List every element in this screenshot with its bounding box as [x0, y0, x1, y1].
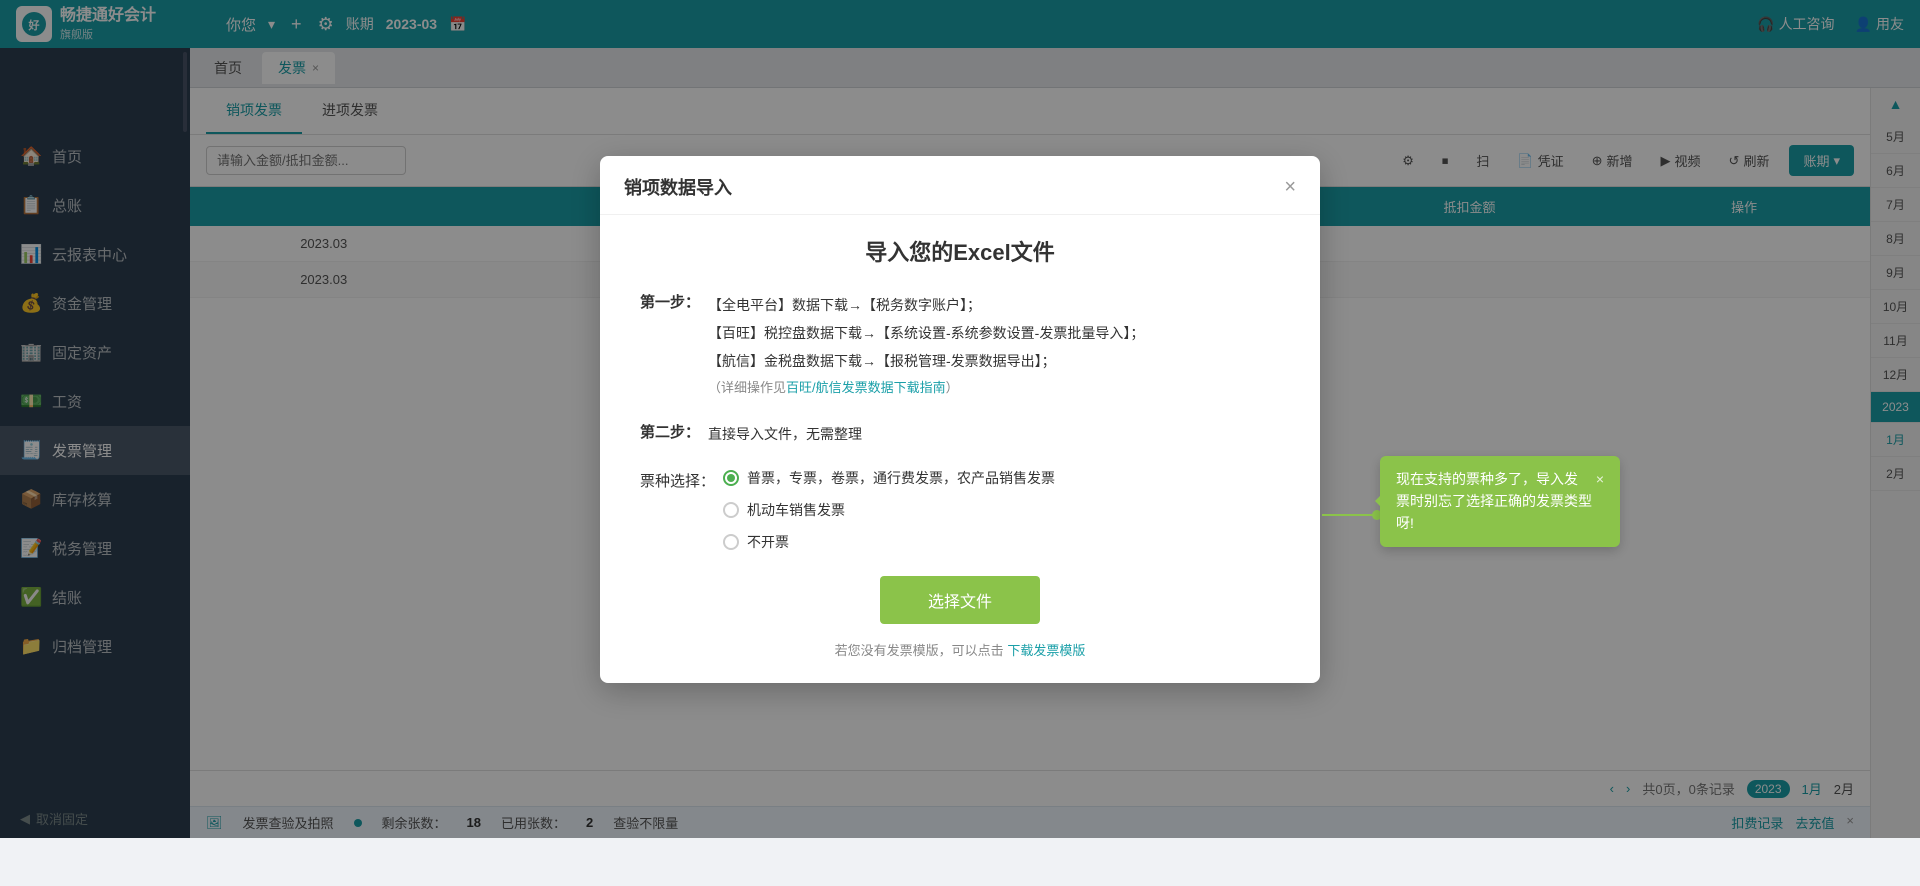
radio-motor-circle: [723, 502, 739, 518]
radio-no-invoice-circle: [723, 534, 739, 550]
download-template-link[interactable]: 下载发票模版: [1007, 643, 1085, 658]
tooltip-bubble: × 现在支持的票种多了，导入发票时别忘了选择正确的发票类型呀!: [1380, 456, 1620, 547]
modal-footer-note: 若您没有发票模版，可以点击 下载发票模版: [640, 640, 1280, 659]
modal-close-button[interactable]: ×: [1284, 177, 1296, 197]
radio-no-invoice-label: 不开票: [747, 532, 789, 552]
step2-content: 直接导入文件，无需整理: [708, 424, 862, 444]
modal-body: 导入您的Excel文件 第一步： 【全电平台】数据下载→【税务数字账户】； 【百…: [600, 215, 1320, 683]
tooltip-connector: [1322, 514, 1378, 516]
modal-overlay: 销项数据导入 × 导入您的Excel文件 第一步： 【全电平台】数据下载→【税务…: [0, 0, 1920, 838]
tooltip-text: 现在支持的票种多了，导入发票时别忘了选择正确的发票类型呀!: [1396, 471, 1592, 532]
ticket-select: 票种选择： 普票，专票，卷票，通行费发票，农产品销售发票 机动车销售: [640, 468, 1280, 552]
step1-note-link[interactable]: 百旺/航信发票数据下载指南: [786, 380, 946, 395]
step1-label: 第一步：: [640, 291, 700, 395]
radio-normal-circle: [723, 470, 739, 486]
modal-header: 销项数据导入 ×: [600, 156, 1320, 215]
step1-note: （详细操作见百旺/航信发票数据下载指南）: [708, 375, 1144, 401]
footer-note-text: 若您没有发票模版，可以点击: [835, 643, 1004, 658]
step1-content: 【全电平台】数据下载→【税务数字账户】； 【百旺】税控盘数据下载→【系统设置-系…: [708, 291, 1144, 401]
radio-motor-label: 机动车销售发票: [747, 500, 845, 520]
radio-group: 普票，专票，卷票，通行费发票，农产品销售发票 机动车销售发票 不开票: [723, 468, 1055, 552]
tooltip-close-button[interactable]: ×: [1596, 468, 1604, 490]
radio-motor[interactable]: 机动车销售发票: [723, 500, 1055, 520]
import-title: 导入您的Excel文件: [640, 235, 1280, 267]
radio-no-invoice[interactable]: 不开票: [723, 532, 1055, 552]
step2-header: 第二步： 直接导入文件，无需整理: [640, 421, 1280, 448]
step2-block: 第二步： 直接导入文件，无需整理: [640, 421, 1280, 448]
select-file-button[interactable]: 选择文件: [880, 576, 1040, 624]
import-modal: 销项数据导入 × 导入您的Excel文件 第一步： 【全电平台】数据下载→【税务…: [600, 156, 1320, 683]
ticket-select-label: 票种选择：: [640, 468, 715, 491]
ticket-select-row: 票种选择： 普票，专票，卷票，通行费发票，农产品销售发票 机动车销售: [640, 468, 1280, 552]
radio-normal-inner: [727, 474, 735, 482]
step1-block: 第一步： 【全电平台】数据下载→【税务数字账户】； 【百旺】税控盘数据下载→【系…: [640, 291, 1280, 401]
step1-line2: 【百旺】税控盘数据下载→【系统设置-系统参数设置-发票批量导入】；: [708, 319, 1144, 347]
step1-header: 第一步： 【全电平台】数据下载→【税务数字账户】； 【百旺】税控盘数据下载→【系…: [640, 291, 1280, 401]
step2-label: 第二步：: [640, 421, 700, 442]
radio-normal-label: 普票，专票，卷票，通行费发票，农产品销售发票: [747, 468, 1055, 488]
radio-normal[interactable]: 普票，专票，卷票，通行费发票，农产品销售发票: [723, 468, 1055, 488]
step1-line1: 【全电平台】数据下载→【税务数字账户】；: [708, 291, 1144, 319]
step1-line3: 【航信】金税盘数据下载→【报税管理-发票数据导出】；: [708, 347, 1144, 375]
modal-title: 销项数据导入: [624, 174, 732, 200]
